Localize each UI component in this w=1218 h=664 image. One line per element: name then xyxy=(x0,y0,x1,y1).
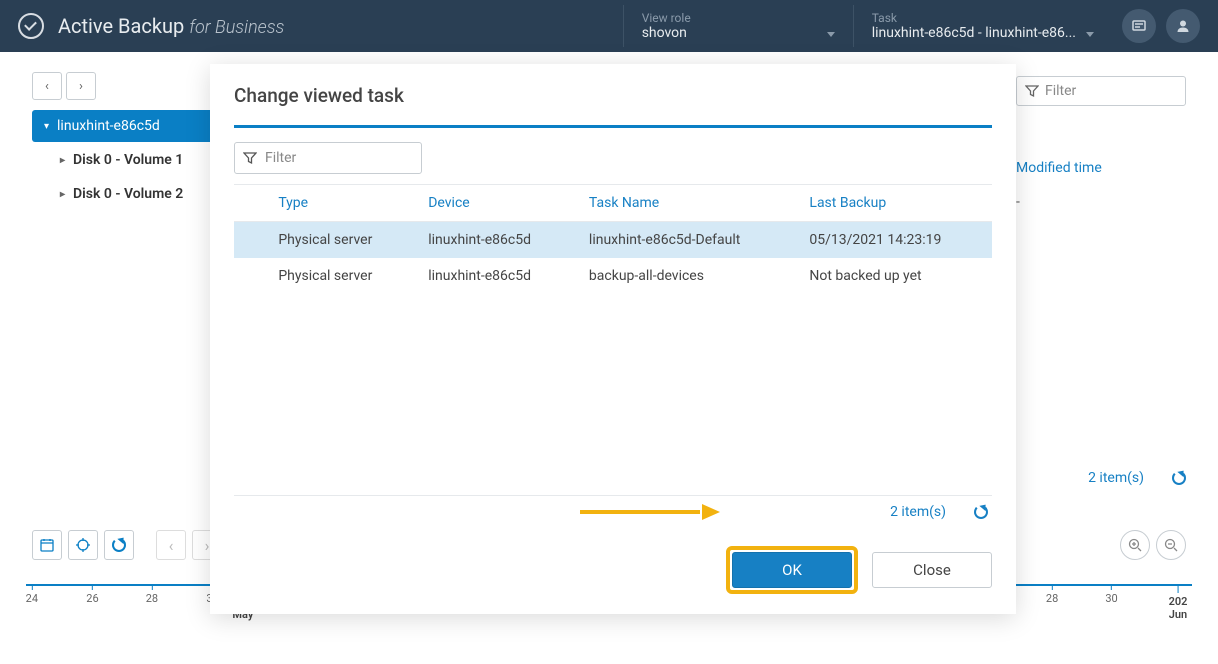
task-table: Type Device Task Name Last Backup Physic… xyxy=(234,184,992,294)
modal-overlay: Change viewed task Filter Type Device Ta… xyxy=(0,52,1218,664)
ok-button[interactable]: OK xyxy=(732,552,852,588)
col-task-name[interactable]: Task Name xyxy=(575,185,795,222)
message-icon xyxy=(1131,18,1147,34)
modal-items-row: 2 item(s) xyxy=(234,495,992,528)
modal-filter-input[interactable]: Filter xyxy=(234,142,422,174)
modal-items-count: 2 item(s) xyxy=(890,504,946,520)
user-icon xyxy=(1175,18,1191,34)
cell-task: linuxhint-e86c5d-Default xyxy=(575,222,795,259)
cell-device: linuxhint-e86c5d xyxy=(414,258,575,294)
col-type[interactable]: Type xyxy=(264,185,414,222)
refresh-icon[interactable] xyxy=(974,505,988,519)
view-role-selector[interactable]: View role shovon xyxy=(623,5,853,47)
app-title-main: Active Backup xyxy=(58,14,184,38)
messages-button[interactable] xyxy=(1122,9,1156,43)
filter-placeholder: Filter xyxy=(265,150,296,166)
view-role-value: shovon xyxy=(642,25,687,41)
chevron-down-icon xyxy=(817,25,835,41)
filter-icon xyxy=(243,151,257,165)
cell-type: Physical server xyxy=(264,258,414,294)
change-task-modal: Change viewed task Filter Type Device Ta… xyxy=(210,64,1016,614)
cell-device: linuxhint-e86c5d xyxy=(414,222,575,259)
table-row[interactable]: Physical server linuxhint-e86c5d linuxhi… xyxy=(234,222,992,259)
task-label: Task xyxy=(872,11,1094,25)
user-button[interactable] xyxy=(1166,9,1200,43)
modal-title: Change viewed task xyxy=(234,84,992,107)
cell-task: backup-all-devices xyxy=(575,258,795,294)
app-header: Active Backup for Business View role sho… xyxy=(0,0,1218,52)
cell-type: Physical server xyxy=(264,222,414,259)
table-row[interactable]: Physical server linuxhint-e86c5d backup-… xyxy=(234,258,992,294)
col-last-backup[interactable]: Last Backup xyxy=(795,185,992,222)
cell-backup: 05/13/2021 14:23:19 xyxy=(795,222,992,259)
modal-divider xyxy=(234,125,992,128)
app-title-sub: for Business xyxy=(189,17,284,38)
col-device[interactable]: Device xyxy=(414,185,575,222)
task-value: linuxhint-e86c5d - linuxhint-e86... xyxy=(872,25,1076,41)
ok-highlight: OK xyxy=(726,546,858,594)
task-selector[interactable]: Task linuxhint-e86c5d - linuxhint-e86... xyxy=(853,5,1112,47)
app-logo-icon xyxy=(18,13,44,39)
cell-backup: Not backed up yet xyxy=(795,258,992,294)
chevron-down-icon xyxy=(1076,25,1094,41)
view-role-label: View role xyxy=(642,11,835,25)
close-button[interactable]: Close xyxy=(872,552,992,588)
app-title: Active Backup for Business xyxy=(58,14,284,38)
